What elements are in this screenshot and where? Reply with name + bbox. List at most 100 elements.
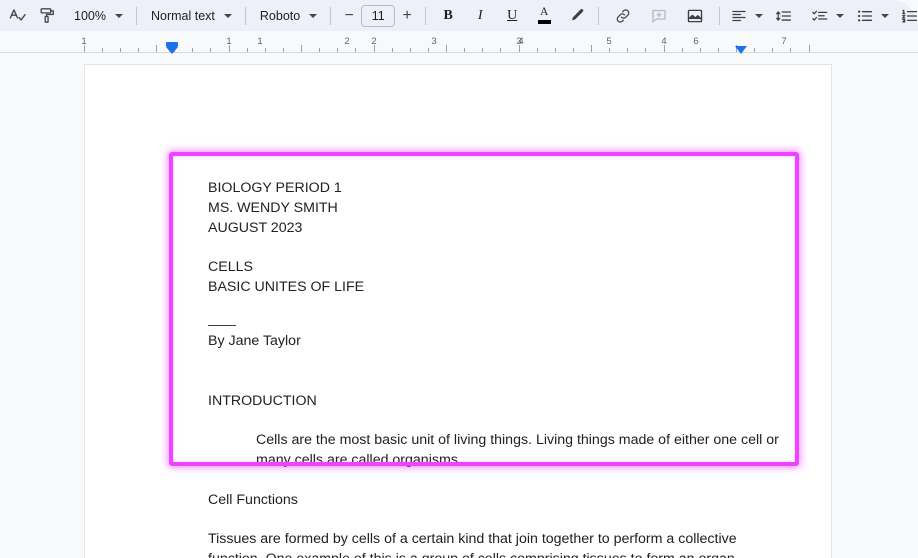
- document-editor-window: 100% Normal text Roboto − 11 + B I U A 1…: [0, 0, 918, 558]
- chevron-down-icon: [223, 13, 232, 18]
- ruler-tick: [645, 48, 646, 52]
- right-indent-marker[interactable]: [735, 46, 747, 54]
- ruler-number: 4: [518, 36, 524, 47]
- chevron-down-icon[interactable]: [881, 13, 890, 18]
- ruler-tick: [355, 48, 356, 52]
- ruler-tick: [754, 48, 755, 52]
- decrease-font-size-button[interactable]: −: [337, 4, 361, 28]
- chevron-down-icon: [309, 13, 318, 18]
- font-size-input[interactable]: 11: [361, 4, 396, 27]
- document-body[interactable]: BIOLOGY PERIOD 1 MS. WENDY SMITH AUGUST …: [208, 179, 788, 558]
- ruler-tick: [102, 48, 103, 52]
- introduction-heading: INTRODUCTION: [208, 392, 317, 409]
- ruler-tick: [210, 48, 211, 52]
- spellcheck-icon[interactable]: [4, 3, 30, 29]
- align-left-icon[interactable]: [726, 3, 752, 29]
- paint-format-icon[interactable]: [34, 3, 60, 29]
- ruler-tick: [809, 45, 810, 52]
- ruler-number: 7: [781, 36, 787, 47]
- ruler-tick: [283, 48, 284, 52]
- toolbar-divider: [719, 6, 721, 25]
- formatting-toolbar: 100% Normal text Roboto − 11 + B I U A: [0, 0, 918, 31]
- zoom-level-dropdown[interactable]: 100%: [66, 3, 130, 29]
- ruler-number: 2: [344, 36, 350, 47]
- ruler-tick: [192, 48, 193, 52]
- checklist-icon[interactable]: [807, 3, 833, 29]
- ruler-tick: [718, 48, 719, 52]
- increase-font-size-button[interactable]: +: [395, 4, 419, 28]
- ruler-tick: [247, 48, 248, 52]
- highlight-color-icon[interactable]: [563, 3, 589, 29]
- ruler-tick: [790, 48, 791, 52]
- introduction-paragraph: Cells are the most basic unit of living …: [256, 432, 779, 468]
- chevron-down-icon[interactable]: [755, 13, 764, 18]
- font-family-dropdown[interactable]: Roboto: [252, 3, 324, 29]
- toolbar-divider: [425, 6, 427, 25]
- ruler-number: 1: [81, 36, 87, 47]
- ruler-tick: [700, 48, 701, 52]
- teacher-line: MS. WENDY SMITH: [208, 199, 338, 216]
- ruler-tick: [555, 48, 556, 52]
- ruler-tick: [609, 48, 610, 52]
- chevron-down-icon[interactable]: [836, 13, 845, 18]
- ruler-tick: [265, 48, 266, 52]
- ruler-tick: [428, 48, 429, 52]
- first-line-indent-marker[interactable]: [166, 47, 178, 54]
- paragraph-style-value: Normal text: [150, 8, 215, 23]
- document-page[interactable]: BIOLOGY PERIOD 1 MS. WENDY SMITH AUGUST …: [84, 64, 832, 558]
- ruler-number: 1: [257, 36, 263, 47]
- ruler-tick: [464, 48, 465, 52]
- horizontal-ruler[interactable]: 1 1 2 3 4 1 2 3 4 5 6 7: [0, 31, 918, 55]
- ruler-number: 6: [693, 36, 699, 47]
- ruler-tick: [319, 48, 320, 52]
- bold-button[interactable]: B: [435, 3, 461, 29]
- numbered-list-icon[interactable]: [897, 3, 918, 29]
- toolbar-divider: [598, 6, 600, 25]
- line-spacing-icon[interactable]: [771, 3, 797, 29]
- course-line: BIOLOGY PERIOD 1: [208, 180, 342, 196]
- text-color-glyph: A: [537, 7, 551, 24]
- italic-button[interactable]: I: [467, 3, 493, 29]
- ruler-baseline: [0, 52, 918, 53]
- ruler-number: 5: [606, 36, 612, 47]
- text-color-icon[interactable]: A: [531, 3, 557, 29]
- ruler-tick: [482, 48, 483, 52]
- ruler-tick: [537, 48, 538, 52]
- ruler-number: 3: [431, 36, 437, 47]
- ruler-tick: [410, 48, 411, 52]
- document-subtitle: BASIC UNITES OF LIFE: [208, 278, 365, 295]
- toolbar-divider: [330, 6, 332, 25]
- ruler-tick: [156, 45, 157, 52]
- ruler-number: 1: [226, 36, 232, 47]
- bulleted-list-icon[interactable]: [852, 3, 878, 29]
- date-line: AUGUST 2023: [208, 219, 303, 236]
- underline-button[interactable]: U: [499, 3, 525, 29]
- ruler-tick: [573, 48, 574, 52]
- ruler-tick: [682, 48, 683, 52]
- insert-link-icon[interactable]: [610, 3, 636, 29]
- ruler-tick: [138, 48, 139, 52]
- byline: By Jane Taylor: [208, 333, 301, 350]
- insert-image-icon[interactable]: [682, 3, 708, 29]
- ruler-tick: [446, 45, 447, 52]
- ruler-tick: [627, 48, 628, 52]
- document-title: CELLS: [208, 259, 253, 276]
- ruler-number: 4: [661, 36, 667, 47]
- body-paragraph: Tissues are formed by cells of a certain…: [208, 531, 737, 558]
- ruler-tick: [500, 48, 501, 52]
- paragraph-style-dropdown[interactable]: Normal text: [143, 3, 239, 29]
- toolbar-divider: [135, 6, 137, 25]
- ruler-tick: [337, 48, 338, 52]
- add-comment-icon[interactable]: [646, 3, 672, 29]
- ruler-number: 2: [371, 36, 377, 47]
- toolbar-divider: [244, 6, 246, 25]
- zoom-level-value: 100%: [74, 8, 106, 23]
- ruler-tick: [772, 48, 773, 52]
- horizontal-rule: [208, 324, 236, 327]
